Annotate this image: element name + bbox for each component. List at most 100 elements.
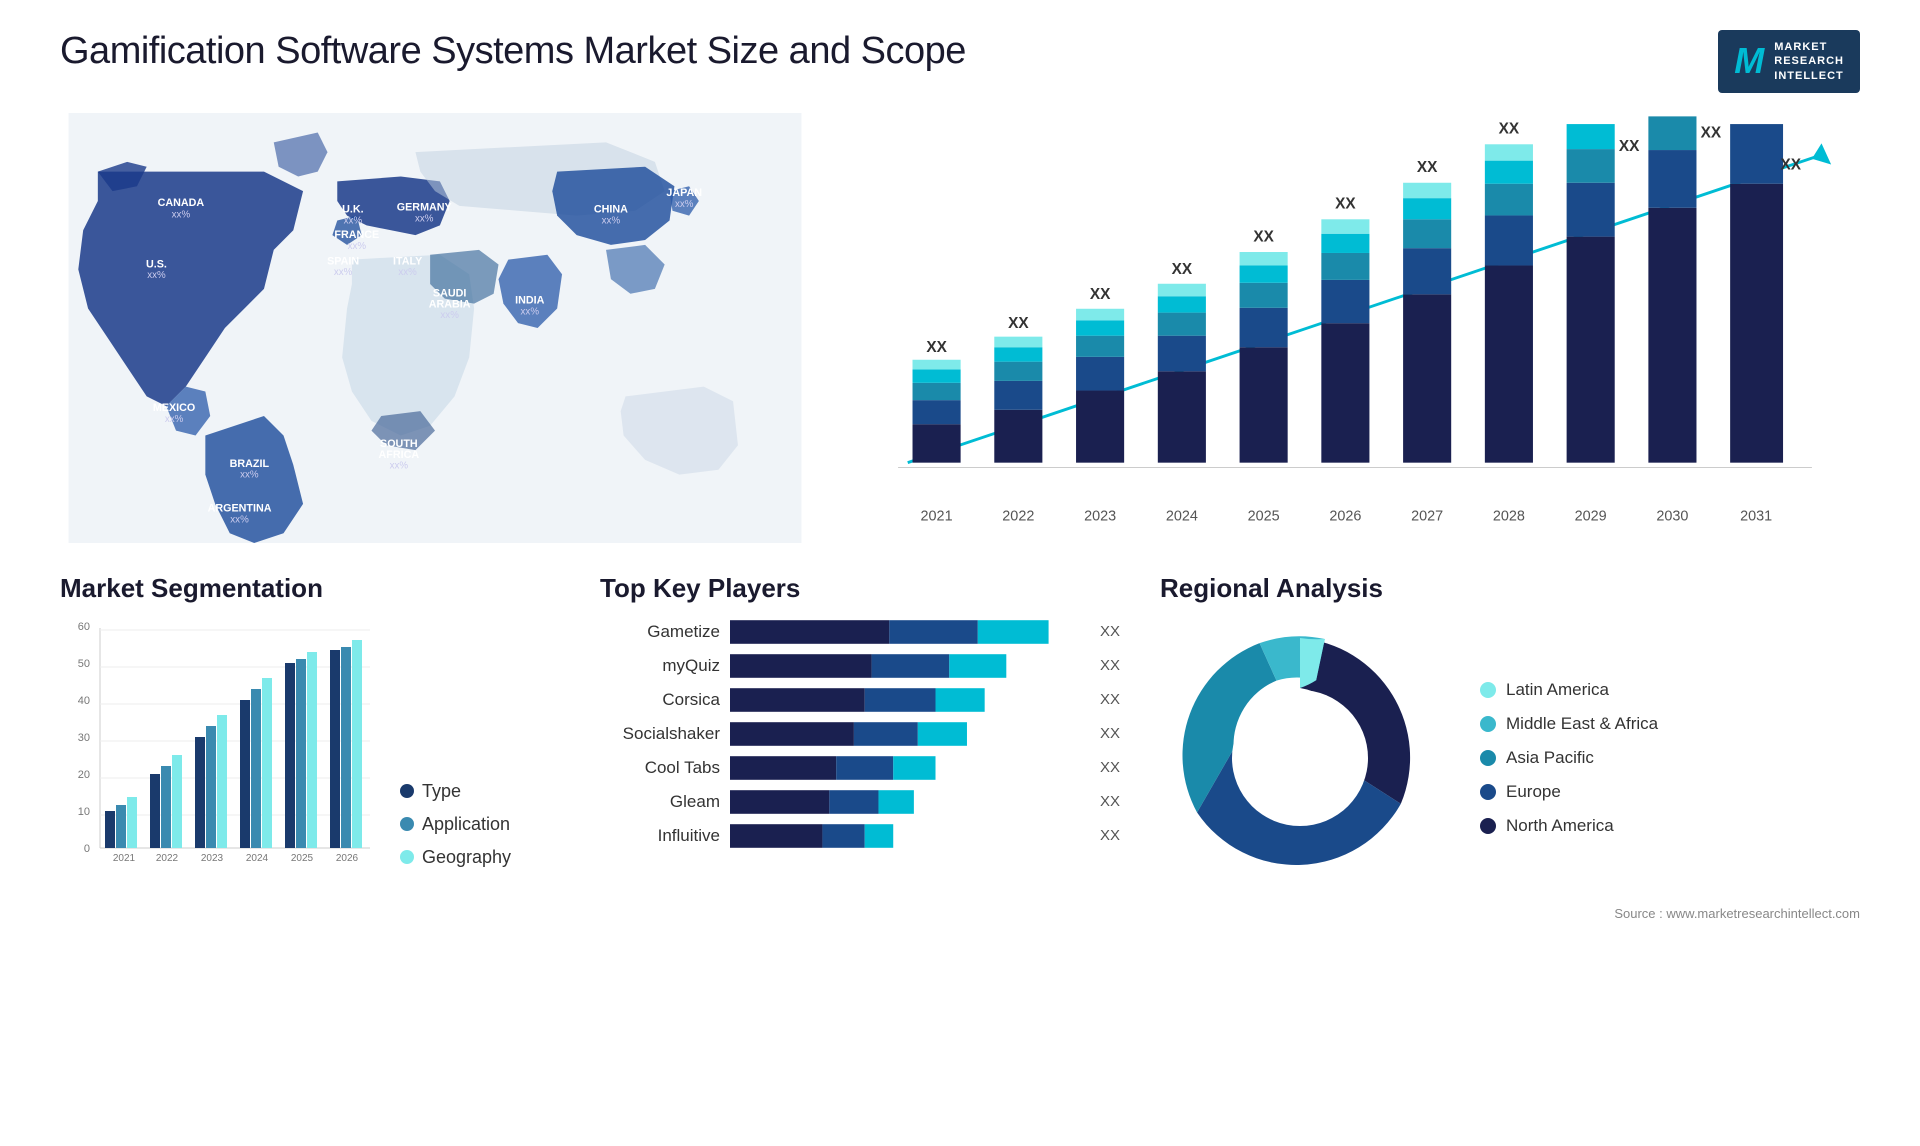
svg-text:2029: 2029 <box>1575 508 1607 524</box>
svg-text:xx%: xx% <box>344 215 363 226</box>
player-bar-gleam <box>730 788 1084 816</box>
legend-mea: Middle East & Africa <box>1480 714 1658 734</box>
svg-text:U.K.: U.K. <box>342 204 364 216</box>
svg-text:2030: 2030 <box>1656 508 1688 524</box>
svg-text:XX: XX <box>1172 261 1193 278</box>
logo-line1: MARKET <box>1774 40 1844 54</box>
player-bar-gametize <box>730 618 1084 646</box>
label-europe: Europe <box>1506 782 1561 802</box>
svg-text:2023: 2023 <box>1084 508 1116 524</box>
key-players: Top Key Players Gametize XX myQuiz <box>600 573 1120 850</box>
svg-text:XX: XX <box>1619 138 1640 155</box>
svg-text:AFRICA: AFRICA <box>379 449 420 461</box>
svg-text:U.S.: U.S. <box>146 258 167 270</box>
player-name-myquiz: myQuiz <box>600 656 720 676</box>
svg-text:xx%: xx% <box>230 514 249 525</box>
player-name-corsica: Corsica <box>600 690 720 710</box>
legend-latin-america: Latin America <box>1480 680 1658 700</box>
svg-text:JAPAN: JAPAN <box>666 187 702 199</box>
legend-label-application: Application <box>422 814 510 835</box>
svg-text:2026: 2026 <box>336 853 359 864</box>
legend-north-america: North America <box>1480 816 1658 836</box>
legend-label-geography: Geography <box>422 847 511 868</box>
svg-text:2026: 2026 <box>1329 508 1361 524</box>
svg-text:xx%: xx% <box>334 267 353 278</box>
svg-text:MEXICO: MEXICO <box>153 402 195 414</box>
label-asia-pacific: Asia Pacific <box>1506 748 1594 768</box>
player-xx-myquiz: XX <box>1100 657 1120 674</box>
header: Gamification Software Systems Market Siz… <box>60 30 1860 93</box>
svg-text:XX: XX <box>1335 196 1356 213</box>
svg-text:FRANCE: FRANCE <box>334 229 379 241</box>
regional-analysis: Regional Analysis <box>1160 573 1860 921</box>
player-bar-influitive <box>730 822 1084 850</box>
source-text: Source : www.marketresearchintellect.com <box>1160 906 1860 921</box>
legend-dot-application <box>400 817 414 831</box>
player-bar-corsica <box>730 686 1084 714</box>
svg-text:XX: XX <box>1253 228 1274 245</box>
svg-text:xx%: xx% <box>440 310 459 321</box>
svg-text:0: 0 <box>84 843 90 855</box>
svg-text:30: 30 <box>78 732 90 744</box>
legend-item-type: Type <box>400 781 511 802</box>
svg-text:XX: XX <box>1008 315 1029 332</box>
player-bar-socialshaker <box>730 720 1084 748</box>
svg-text:2021: 2021 <box>921 508 953 524</box>
logo-letter: M <box>1734 40 1764 82</box>
key-players-title: Top Key Players <box>600 573 1120 604</box>
regional-legend: Latin America Middle East & Africa Asia … <box>1480 680 1658 836</box>
player-name-gametize: Gametize <box>600 622 720 642</box>
label-north-america: North America <box>1506 816 1614 836</box>
svg-text:GERMANY: GERMANY <box>397 202 452 214</box>
svg-text:2025: 2025 <box>291 853 314 864</box>
svg-text:xx%: xx% <box>675 199 694 210</box>
svg-text:xx%: xx% <box>398 267 417 278</box>
label-mea: Middle East & Africa <box>1506 714 1658 734</box>
market-segmentation: Market Segmentation 0 10 20 30 40 50 <box>60 573 560 878</box>
svg-text:XX: XX <box>1780 156 1801 173</box>
svg-text:CANADA: CANADA <box>158 197 205 209</box>
legend-dot-geography <box>400 850 414 864</box>
svg-text:2024: 2024 <box>1166 508 1198 524</box>
player-row-influitive: Influitive XX <box>600 822 1120 850</box>
seg-chart-area: 0 10 20 30 40 50 60 <box>60 618 560 878</box>
legend-asia-pacific: Asia Pacific <box>1480 748 1658 768</box>
player-row-gleam: Gleam XX <box>600 788 1120 816</box>
svg-text:XX: XX <box>926 339 947 356</box>
seg-legend: Type Application Geography <box>400 781 511 878</box>
player-xx-gleam: XX <box>1100 793 1120 810</box>
svg-text:50: 50 <box>78 658 90 670</box>
svg-text:2022: 2022 <box>156 853 179 864</box>
svg-text:XX: XX <box>1499 121 1520 138</box>
svg-text:xx%: xx% <box>415 213 434 224</box>
market-seg-title: Market Segmentation <box>60 573 560 604</box>
donut-chart <box>1160 618 1440 898</box>
player-name-socialshaker: Socialshaker <box>600 724 720 744</box>
svg-text:2031: 2031 <box>1740 508 1772 524</box>
svg-text:ARGENTINA: ARGENTINA <box>208 503 272 515</box>
player-xx-cooltabs: XX <box>1100 759 1120 776</box>
dot-latin-america <box>1480 682 1496 698</box>
dot-asia-pacific <box>1480 750 1496 766</box>
player-name-influitive: Influitive <box>600 826 720 846</box>
map-section: CANADA xx% U.S. xx% MEXICO xx% BRAZIL xx… <box>60 113 810 543</box>
svg-text:XX: XX <box>1417 159 1438 176</box>
svg-text:2023: 2023 <box>201 853 224 864</box>
svg-text:xx%: xx% <box>147 270 166 281</box>
player-row-corsica: Corsica XX <box>600 686 1120 714</box>
legend-label-type: Type <box>422 781 461 802</box>
world-map: CANADA xx% U.S. xx% MEXICO xx% BRAZIL xx… <box>60 113 810 543</box>
dot-europe <box>1480 784 1496 800</box>
svg-text:XX: XX <box>1090 286 1111 303</box>
svg-text:SPAIN: SPAIN <box>327 255 359 267</box>
logo-line3: INTELLECT <box>1774 69 1844 83</box>
player-bar-myquiz <box>730 652 1084 680</box>
svg-text:60: 60 <box>78 621 90 633</box>
player-xx-gametize: XX <box>1100 623 1120 640</box>
player-row-socialshaker: Socialshaker XX <box>600 720 1120 748</box>
players-list: Gametize XX myQuiz <box>600 618 1120 850</box>
top-section: CANADA xx% U.S. xx% MEXICO xx% BRAZIL xx… <box>60 113 1860 543</box>
player-row-myquiz: myQuiz XX <box>600 652 1120 680</box>
svg-text:2021: 2021 <box>113 853 136 864</box>
svg-text:ARABIA: ARABIA <box>429 298 471 310</box>
